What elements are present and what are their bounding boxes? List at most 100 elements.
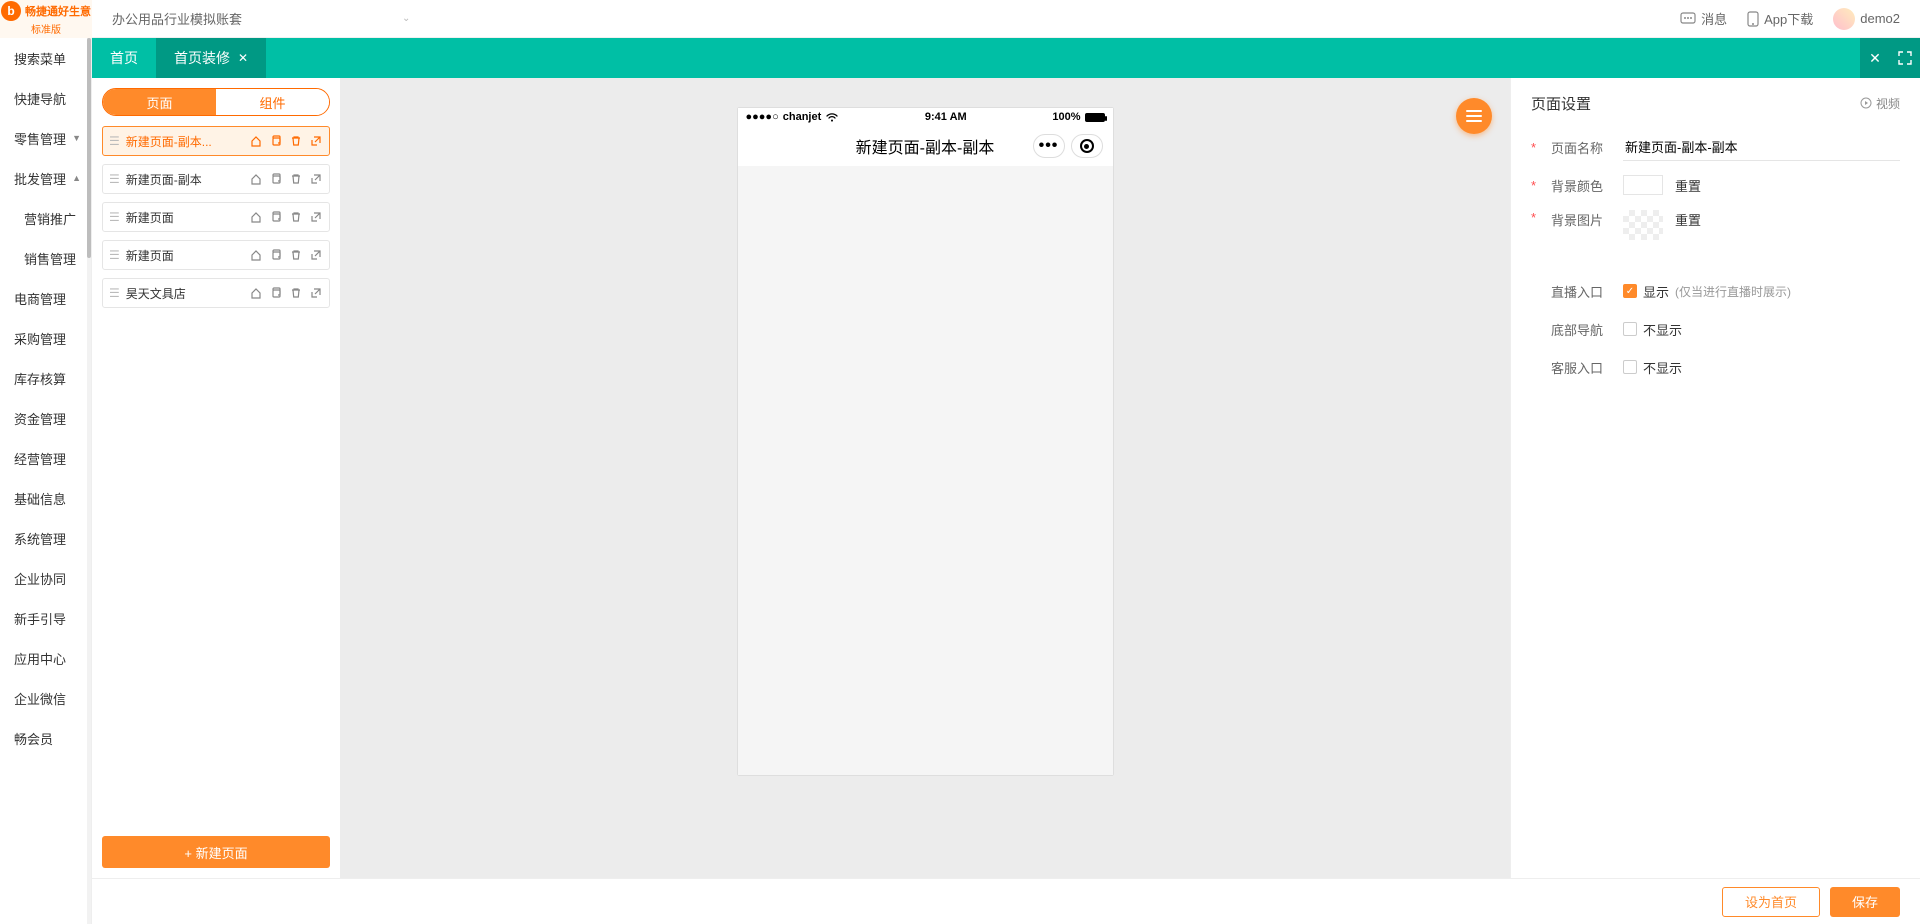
sidebar-item-search-menu[interactable]: 搜索菜单 — [0, 38, 91, 78]
page-list: ☰新建页面-副本...☰新建页面-副本☰新建页面☰新建页面☰昊天文具店 — [102, 126, 330, 836]
sidebar-item-system-mgmt[interactable]: 系统管理 — [0, 518, 91, 558]
video-help-button[interactable]: 视频 — [1860, 95, 1900, 112]
sidebar-item-sales-mgmt[interactable]: 销售管理 — [0, 238, 91, 278]
sidebar-item-purchase-mgmt[interactable]: 采购管理 — [0, 318, 91, 358]
tab-close-all-button[interactable]: ✕ — [1860, 38, 1890, 78]
miniapp-close-icon — [1071, 134, 1103, 158]
page-name-label: 新建页面 — [126, 209, 243, 226]
bg-image-reset[interactable]: 重置 — [1675, 210, 1701, 229]
external-link-icon[interactable] — [309, 172, 323, 186]
drag-icon[interactable]: ☰ — [109, 172, 120, 186]
close-icon[interactable]: ✕ — [238, 51, 248, 65]
bg-color-reset[interactable]: 重置 — [1675, 176, 1701, 195]
sidebar-item-quick-nav[interactable]: 快捷导航 — [0, 78, 91, 118]
delete-icon[interactable] — [289, 210, 303, 224]
account-name: 办公用品行业模拟账套 — [112, 9, 242, 28]
settings-panel: 页面设置 视频 * 页面名称 — [1510, 78, 1920, 878]
copy-icon[interactable] — [269, 172, 283, 186]
page-name-input[interactable] — [1623, 133, 1900, 161]
bottom-nav-checkbox[interactable] — [1623, 322, 1637, 336]
segment-page[interactable]: 页面 — [103, 89, 216, 115]
component-drawer-toggle[interactable] — [1456, 98, 1492, 134]
page-title: 新建页面-副本-副本 — [856, 134, 995, 158]
messages-button[interactable]: 消息 — [1680, 9, 1727, 28]
page-list-item[interactable]: ☰ 新建页面-副本 — [102, 164, 330, 194]
save-button[interactable]: 保存 — [1830, 887, 1900, 917]
external-link-icon[interactable] — [309, 134, 323, 148]
sidebar-item-beginner-guide[interactable]: 新手引导 — [0, 598, 91, 638]
page-list-item[interactable]: ☰昊天文具店 — [102, 278, 330, 308]
sidebar-item-enterprise-collab[interactable]: 企业协同 — [0, 558, 91, 598]
sidebar-item-app-center[interactable]: 应用中心 — [0, 638, 91, 678]
page-name-label: 新建页面 — [126, 247, 243, 264]
sidebar-label: 采购管理 — [14, 329, 66, 348]
top-header: b 畅捷通好生意 标准版 办公用品行业模拟账套 ⌄ 消息 App下载 — [0, 0, 1920, 38]
delete-icon[interactable] — [289, 286, 303, 300]
external-link-icon[interactable] — [309, 210, 323, 224]
sidebar-item-operation-mgmt[interactable]: 经营管理 — [0, 438, 91, 478]
account-selector[interactable]: 办公用品行业模拟账套 ⌄ — [112, 9, 410, 28]
tab-home-decor[interactable]: 首页装修✕ — [156, 38, 266, 78]
service-entry-checkbox[interactable] — [1623, 360, 1637, 374]
signal-icon: ●●●●○ — [746, 111, 779, 123]
battery-pct: 100% — [1052, 111, 1080, 123]
sidebar-item-retail-mgmt[interactable]: 零售管理▼ — [0, 118, 91, 158]
sidebar-label: 应用中心 — [14, 649, 66, 668]
sidebar-item-wholesale-mgmt[interactable]: 批发管理▲ — [0, 158, 91, 198]
drag-icon[interactable]: ☰ — [109, 248, 120, 262]
tab-home[interactable]: 首页 — [92, 38, 156, 78]
sidebar-label: 资金管理 — [14, 409, 66, 428]
phone-statusbar: ●●●●○ chanjet 9:41 AM 100% — [738, 108, 1113, 126]
external-link-icon[interactable] — [309, 286, 323, 300]
copy-icon[interactable] — [269, 210, 283, 224]
home-icon[interactable] — [249, 210, 263, 224]
sidebar-item-chang-member[interactable]: 畅会员 — [0, 718, 91, 758]
sidebar-item-inventory-acct[interactable]: 库存核算 — [0, 358, 91, 398]
home-icon[interactable] — [249, 248, 263, 262]
drag-icon[interactable]: ☰ — [109, 134, 120, 148]
tabbar: 首页首页装修✕ ✕ — [92, 38, 1920, 78]
segment-component[interactable]: 组件 — [216, 89, 329, 115]
fullscreen-button[interactable] — [1890, 38, 1920, 78]
copy-icon[interactable] — [269, 286, 283, 300]
bottom-nav-label: 底部导航 — [1551, 320, 1611, 339]
page-list-item[interactable]: ☰新建页面-副本... — [102, 126, 330, 156]
home-icon[interactable] — [249, 286, 263, 300]
sidebar-item-fund-mgmt[interactable]: 资金管理 — [0, 398, 91, 438]
drag-icon[interactable]: ☰ — [109, 210, 120, 224]
sidebar-item-wechat-work[interactable]: 企业微信 — [0, 678, 91, 718]
new-page-button[interactable]: + 新建页面 — [102, 836, 330, 868]
home-icon[interactable] — [249, 134, 263, 148]
sidebar-label: 企业微信 — [14, 689, 66, 708]
copy-icon[interactable] — [269, 248, 283, 262]
sidebar-item-ecommerce-mgmt[interactable]: 电商管理 — [0, 278, 91, 318]
sidebar-label: 快捷导航 — [14, 89, 66, 108]
brand-logo[interactable]: b 畅捷通好生意 标准版 — [0, 0, 92, 38]
segment-toggle: 页面 组件 — [102, 88, 330, 116]
phone-body[interactable] — [738, 166, 1113, 775]
home-icon[interactable] — [249, 172, 263, 186]
set-home-button[interactable]: 设为首页 — [1722, 887, 1820, 917]
top-actions: 消息 App下载 demo2 — [1680, 8, 1920, 30]
user-menu[interactable]: demo2 — [1833, 8, 1900, 30]
delete-icon[interactable] — [289, 248, 303, 262]
page-list-item[interactable]: ☰ 新建页面 — [102, 202, 330, 232]
external-link-icon[interactable] — [309, 248, 323, 262]
brand-edition: 标准版 — [31, 21, 61, 36]
service-entry-label: 客服入口 — [1551, 358, 1611, 377]
drag-icon[interactable]: ☰ — [109, 286, 120, 300]
bg-image-picker[interactable] — [1623, 210, 1663, 240]
sidebar-label: 系统管理 — [14, 529, 66, 548]
sidebar-item-basic-info[interactable]: 基础信息 — [0, 478, 91, 518]
delete-icon[interactable] — [289, 172, 303, 186]
copy-icon[interactable] — [269, 134, 283, 148]
live-entry-checkbox[interactable]: ✓ — [1623, 284, 1637, 298]
sidebar-scrollbar[interactable] — [87, 38, 91, 924]
app-download-button[interactable]: App下载 — [1747, 9, 1813, 28]
delete-icon[interactable] — [289, 134, 303, 148]
page-list-item[interactable]: ☰ 新建页面 — [102, 240, 330, 270]
sidebar-item-marketing[interactable]: 营销推广 — [0, 198, 91, 238]
bg-color-picker[interactable] — [1623, 175, 1663, 195]
page-name-label: 页面名称 — [1551, 138, 1611, 157]
page-name-label: 新建页面-副本 — [126, 171, 243, 188]
